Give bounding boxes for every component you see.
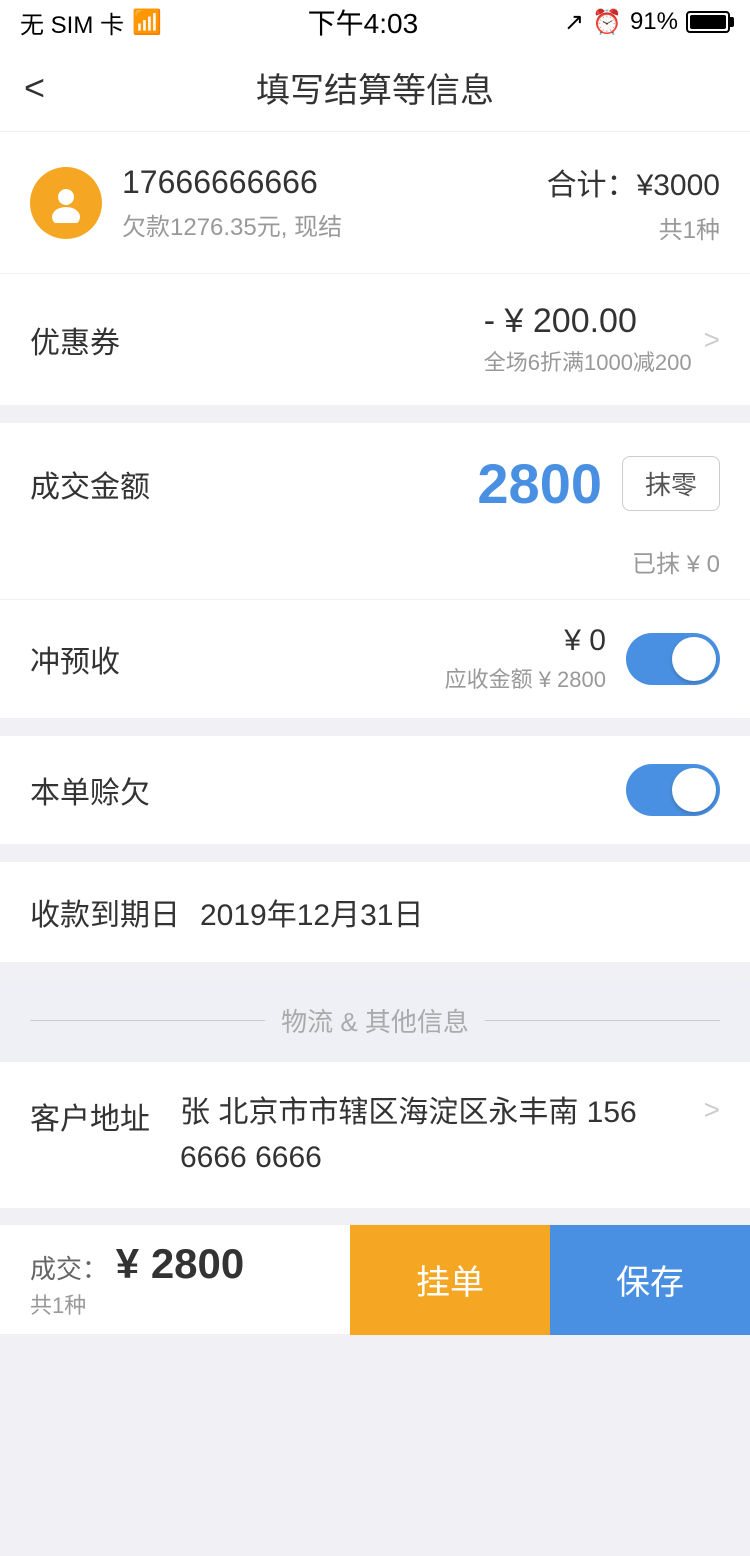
logistics-label: 物流 & 其他信息 xyxy=(281,1002,469,1039)
item-count: 共1种 xyxy=(547,210,720,245)
address-label: 客户地址 xyxy=(30,1090,150,1138)
coupon-info: - ¥ 200.00 全场6折满1000减200 xyxy=(484,302,692,377)
coupon-desc: 全场6折满1000减200 xyxy=(484,345,692,377)
coupon-label: 优惠券 xyxy=(30,318,120,362)
alarm-icon: ⏰ xyxy=(592,8,622,37)
prepay-row: 冲预收 ¥ 0 应收金额 ¥ 2800 xyxy=(0,600,750,718)
divider-line-right xyxy=(485,1020,720,1021)
total-label: 合计： xyxy=(547,169,637,202)
total-value: ¥3000 xyxy=(637,169,720,202)
round-button[interactable]: 抹零 xyxy=(622,456,720,511)
address-chevron-icon: > xyxy=(704,1090,720,1126)
due-date-value: 2019年12月31日 xyxy=(200,890,423,934)
address-row[interactable]: 客户地址 张 北京市市辖区海淀区永丰南 156 6666 6666 > xyxy=(0,1062,750,1208)
battery-icon xyxy=(686,11,730,33)
coupon-row[interactable]: 优惠券 - ¥ 200.00 全场6折满1000减200 > xyxy=(0,274,750,405)
bottom-count: 共1种 xyxy=(30,1288,320,1320)
arrears-label: 本单赊欠 xyxy=(30,768,150,812)
transaction-sub: 已抹 ¥ 0 xyxy=(0,544,750,599)
toggle-knob xyxy=(672,637,716,681)
customer-debt: 欠款1276.35元, 现结 xyxy=(122,207,342,242)
customer-total: 合计：¥3000 共1种 xyxy=(547,160,720,245)
total-amount: 合计：¥3000 xyxy=(547,160,720,204)
prepay-right: ¥ 0 应收金额 ¥ 2800 xyxy=(445,624,720,694)
prepay-label: 冲预收 xyxy=(30,637,120,681)
bottom-summary: 成交： ¥ 2800 共1种 xyxy=(0,1240,350,1320)
bottom-amount-label: 成交： xyxy=(30,1254,108,1284)
customer-details: 17666666666 欠款1276.35元, 现结 xyxy=(122,164,342,242)
customer-phone: 17666666666 xyxy=(122,164,342,201)
battery-percent: 91% xyxy=(630,8,678,36)
coupon-amount: - ¥ 200.00 xyxy=(484,302,692,341)
logistics-divider: 物流 & 其他信息 xyxy=(0,980,750,1061)
main-content: 17666666666 欠款1276.35元, 现结 合计：¥3000 共1种 … xyxy=(0,132,750,1556)
due-date-row: 收款到期日 2019年12月31日 xyxy=(0,862,750,962)
divider-line-left xyxy=(30,1020,265,1021)
hang-button[interactable]: 挂单 xyxy=(350,1225,550,1335)
bottom-spacer xyxy=(0,1426,750,1556)
save-button[interactable]: 保存 xyxy=(550,1225,750,1335)
transaction-section: 成交金额 2800 抹零 已抹 ¥ 0 冲预收 ¥ 0 应收金额 ¥ 2800 xyxy=(0,423,750,718)
wifi-icon: 📶 xyxy=(132,8,162,37)
prepay-amount: ¥ 0 xyxy=(445,624,606,658)
arrears-row: 本单赊欠 xyxy=(0,736,750,844)
location-icon: ↗ xyxy=(564,8,584,37)
prepay-sub: 应收金额 ¥ 2800 xyxy=(445,662,606,694)
back-button[interactable]: < xyxy=(24,67,45,109)
status-right: ↗ ⏰ 91% xyxy=(564,8,730,37)
bottom-amount: ¥ 2800 xyxy=(116,1240,244,1287)
avatar xyxy=(30,167,102,239)
page-header: < 填写结算等信息 xyxy=(0,44,750,132)
sim-text: 无 SIM 卡 xyxy=(20,5,124,40)
address-value: 张 北京市市辖区海淀区永丰南 156 6666 6666 xyxy=(180,1090,694,1180)
amount-right: 2800 抹零 xyxy=(477,451,720,516)
arrears-toggle[interactable] xyxy=(626,764,720,816)
transaction-amount: 2800 xyxy=(477,451,602,516)
arrears-toggle-knob xyxy=(672,768,716,812)
coupon-right: - ¥ 200.00 全场6折满1000减200 > xyxy=(484,302,720,377)
customer-card: 17666666666 欠款1276.35元, 现结 合计：¥3000 共1种 xyxy=(0,132,750,273)
amount-row: 成交金额 2800 抹零 xyxy=(0,423,750,544)
bottom-bar: 成交： ¥ 2800 共1种 挂单 保存 xyxy=(0,1224,750,1334)
customer-info-left: 17666666666 欠款1276.35元, 现结 xyxy=(30,164,342,242)
arrears-section: 本单赊欠 xyxy=(0,736,750,844)
status-bar: 无 SIM 卡 📶 下午4:03 ↗ ⏰ 91% xyxy=(0,0,750,44)
page-title: 填写结算等信息 xyxy=(256,63,494,112)
transaction-label: 成交金额 xyxy=(30,462,150,506)
status-left: 无 SIM 卡 📶 xyxy=(20,5,162,40)
due-date-label: 收款到期日 xyxy=(30,890,180,934)
bottom-amount-row: 成交： ¥ 2800 xyxy=(30,1240,320,1288)
prepay-toggle[interactable] xyxy=(626,633,720,685)
prepay-values: ¥ 0 应收金额 ¥ 2800 xyxy=(445,624,606,694)
coupon-chevron-icon: > xyxy=(704,324,720,356)
status-time: 下午4:03 xyxy=(308,2,419,42)
